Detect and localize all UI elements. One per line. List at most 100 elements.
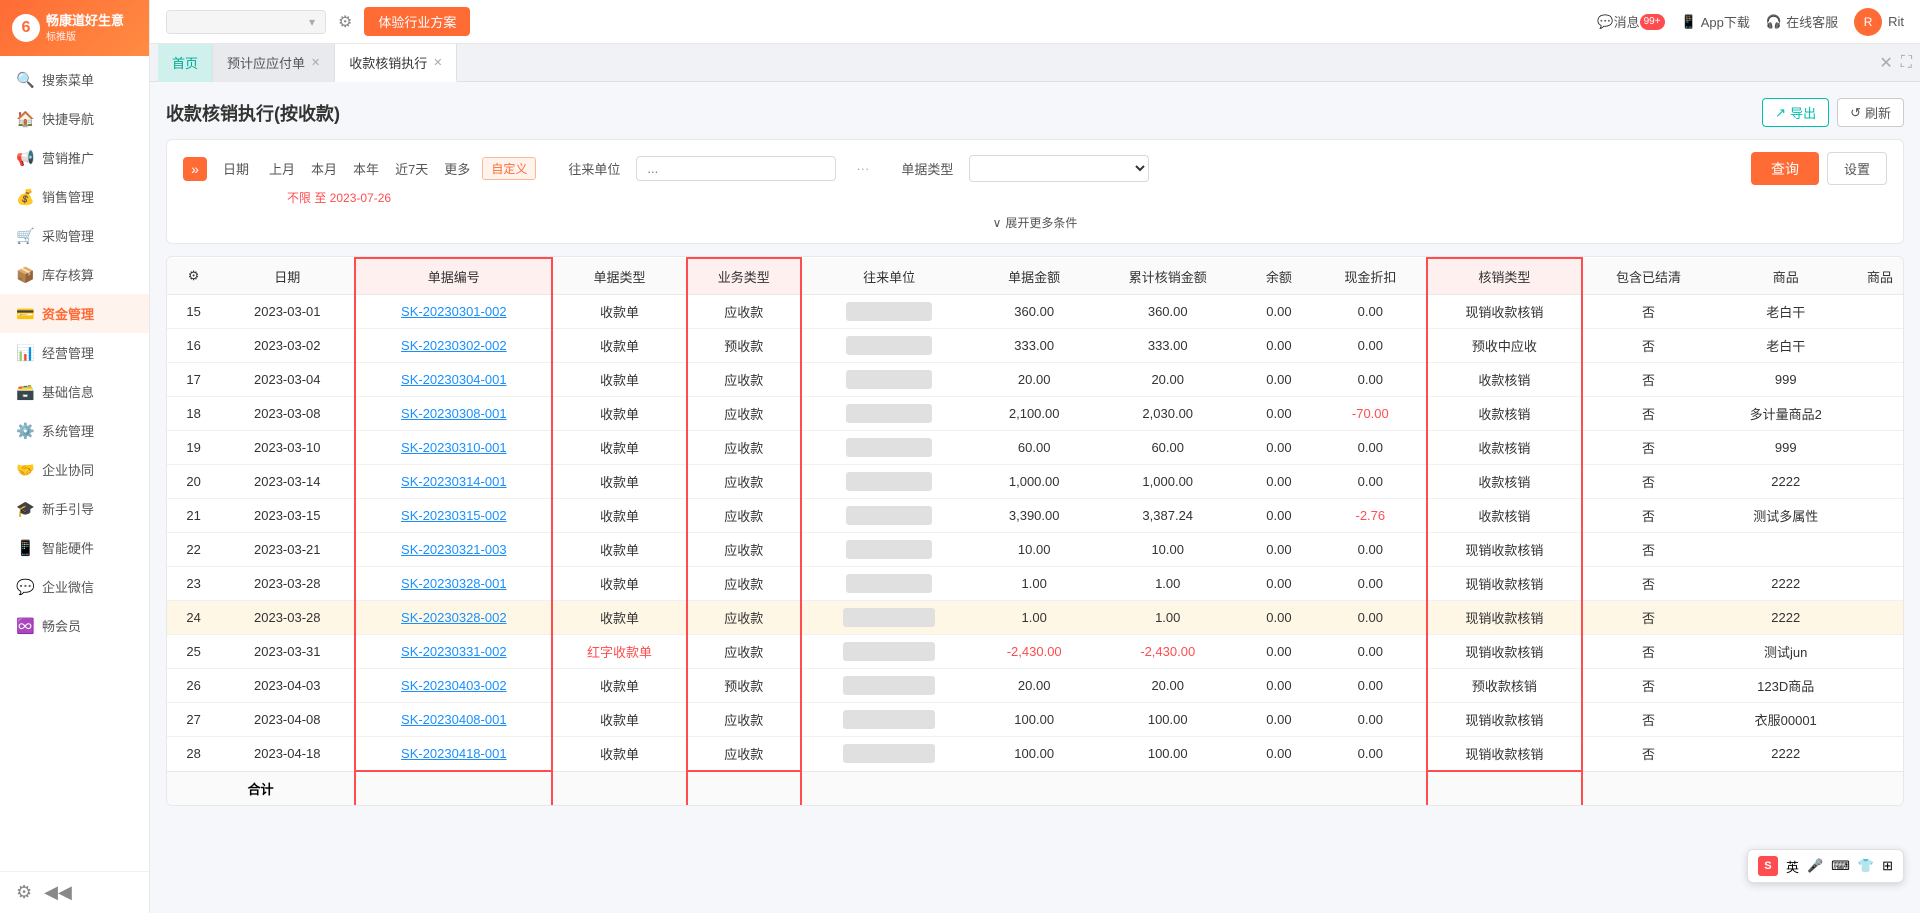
- cell-settled: 否: [1582, 329, 1715, 363]
- cell-doc-type: 收款单: [552, 567, 686, 601]
- cell-verify-type: 收款核销: [1427, 431, 1581, 465]
- sidebar-item-guide[interactable]: 🎓 新手引导: [0, 489, 149, 528]
- cell-amount: 3,390.00: [976, 499, 1092, 533]
- sidebar-item-sales[interactable]: 💰 销售管理: [0, 177, 149, 216]
- online-service[interactable]: 🎧 在线客服: [1766, 12, 1838, 31]
- logo-name: 畅康道好生意: [46, 13, 124, 29]
- cell-doc-no[interactable]: SK-20230304-001: [355, 363, 552, 397]
- cell-doc-no[interactable]: SK-20230301-002: [355, 295, 552, 329]
- sidebar-menu: 🔍 搜索菜单 🏠 快捷导航 📢 营销推广 💰 销售管理 🛒 采购管理 📦 库存核…: [0, 56, 149, 871]
- cell-doc-no[interactable]: SK-20230302-002: [355, 329, 552, 363]
- sidebar-item-search[interactable]: 🔍 搜索菜单: [0, 60, 149, 99]
- grid-icon[interactable]: ⊞: [1882, 858, 1893, 874]
- expand-tab-icon[interactable]: ⛶: [1901, 54, 1912, 72]
- cell-goods: 2222: [1714, 601, 1857, 635]
- cell-verified: 360.00: [1092, 295, 1243, 329]
- dropdown-icon[interactable]: ▾: [309, 15, 315, 29]
- col-settings[interactable]: ⚙: [167, 258, 220, 295]
- settings-button[interactable]: 设置: [1827, 152, 1887, 185]
- collection-tab-close[interactable]: ✕: [433, 56, 442, 69]
- solution-button[interactable]: 体验行业方案: [364, 7, 470, 36]
- collapse-icon[interactable]: ◀◀: [44, 882, 72, 903]
- settings-icon[interactable]: ⚙: [16, 882, 32, 903]
- cell-verify-type: 现销收款核销: [1427, 703, 1581, 737]
- cell-doc-no[interactable]: SK-20230310-001: [355, 431, 552, 465]
- cell-doc-no[interactable]: SK-20230314-001: [355, 465, 552, 499]
- date-btn-this-year[interactable]: 本年: [349, 157, 383, 180]
- sidebar-item-purchase[interactable]: 🛒 采购管理: [0, 216, 149, 255]
- message-badge[interactable]: 💬 消息 99+: [1597, 12, 1664, 31]
- sidebar-item-marketing[interactable]: 📢 营销推广: [0, 138, 149, 177]
- sidebar-item-quick[interactable]: 🏠 快捷导航: [0, 99, 149, 138]
- sidebar-item-system[interactable]: ⚙️ 系统管理: [0, 411, 149, 450]
- page-content: 收款核销执行(按收款) ↗ 导出 ↺ 刷新 » 日期 上月 本月: [150, 82, 1920, 913]
- cell-doc-no[interactable]: SK-20230328-001: [355, 567, 552, 601]
- pending-tab-close[interactable]: ✕: [311, 56, 320, 69]
- tab-collection[interactable]: 收款核销执行 ✕: [335, 44, 457, 82]
- cell-partner: BLURRED3: [801, 363, 976, 397]
- cell-doc-no[interactable]: SK-20230408-001: [355, 703, 552, 737]
- tab-pending[interactable]: 预计应应付单 ✕: [213, 44, 335, 82]
- sidebar-item-wechat[interactable]: 💬 企业微信: [0, 567, 149, 606]
- cell-doc-no[interactable]: SK-20230315-002: [355, 499, 552, 533]
- date-custom-button[interactable]: 自定义: [482, 157, 536, 180]
- col-verified: 累计核销金额: [1092, 258, 1243, 295]
- sidebar-item-label: 系统管理: [42, 421, 94, 440]
- shirt-icon[interactable]: 👕: [1858, 858, 1874, 874]
- sougou-text: 英: [1786, 857, 1799, 876]
- footer-col-goods2: [1857, 771, 1903, 805]
- partner-input[interactable]: [636, 156, 836, 181]
- footer-col-doctype: [552, 771, 686, 805]
- close-all-icon[interactable]: ✕: [1879, 53, 1892, 73]
- user-area[interactable]: R Rit: [1854, 8, 1904, 36]
- date-btn-7days[interactable]: 近7天: [391, 157, 432, 180]
- doc-type-select[interactable]: [969, 155, 1149, 182]
- sidebar-item-label: 企业协同: [42, 460, 94, 479]
- cell-doc-no[interactable]: SK-20230308-001: [355, 397, 552, 431]
- cell-verified: 20.00: [1092, 669, 1243, 703]
- date-btn-this-month[interactable]: 本月: [307, 157, 341, 180]
- refresh-button[interactable]: ↺ 刷新: [1837, 98, 1904, 127]
- app-download[interactable]: 📱 App下载: [1681, 12, 1750, 31]
- cell-biz-type: 应收款: [687, 635, 801, 669]
- cell-goods2: [1857, 737, 1903, 772]
- cell-goods: 衣服00001: [1714, 703, 1857, 737]
- keyboard-icon[interactable]: ⌨: [1831, 858, 1850, 874]
- cell-balance: 0.00: [1243, 635, 1314, 669]
- sidebar-item-inventory[interactable]: 📦 库存核算: [0, 255, 149, 294]
- sidebar: 6 畅康道好生意 标推版 🔍 搜索菜单 🏠 快捷导航 📢 营销推广 💰 销售管理…: [0, 0, 150, 913]
- cell-doc-no[interactable]: SK-20230331-002: [355, 635, 552, 669]
- cell-doc-no[interactable]: SK-20230403-002: [355, 669, 552, 703]
- date-btn-more[interactable]: 更多: [440, 157, 474, 180]
- cell-partner: BLURRED10: [801, 601, 976, 635]
- doc-type-label: 单据类型: [901, 159, 953, 178]
- query-button[interactable]: 查询: [1751, 152, 1819, 185]
- cell-discount: 0.00: [1314, 601, 1427, 635]
- cell-amount: 60.00: [976, 431, 1092, 465]
- mic-icon[interactable]: 🎤: [1807, 858, 1823, 874]
- table-row: 21 2023-03-15 SK-20230315-002 收款单 应收款 BL…: [167, 499, 1903, 533]
- cell-num: 15: [167, 295, 220, 329]
- gear-icon[interactable]: ⚙: [338, 12, 352, 32]
- cell-doc-no[interactable]: SK-20230321-003: [355, 533, 552, 567]
- cell-doc-no[interactable]: SK-20230328-002: [355, 601, 552, 635]
- date-btn-last-month[interactable]: 上月: [265, 157, 299, 180]
- main-content: ▾ ⚙ 体验行业方案 💬 消息 99+ 📱 App下载 🎧 在线客服 R Rit: [150, 0, 1920, 913]
- sidebar-item-basic[interactable]: 🗃️ 基础信息: [0, 372, 149, 411]
- sidebar-item-finance[interactable]: 💳 资金管理: [0, 294, 149, 333]
- sidebar-item-member[interactable]: ♾️ 畅会员: [0, 606, 149, 645]
- sidebar-item-label: 企业微信: [42, 577, 94, 596]
- cell-biz-type: 应收款: [687, 499, 801, 533]
- cell-verified: 333.00: [1092, 329, 1243, 363]
- cell-amount: 1.00: [976, 567, 1092, 601]
- sidebar-item-ops[interactable]: 📊 经营管理: [0, 333, 149, 372]
- sidebar-item-corp[interactable]: 🤝 企业协同: [0, 450, 149, 489]
- sidebar-item-hardware[interactable]: 📱 智能硬件: [0, 528, 149, 567]
- table-footer: 合计: [167, 771, 1903, 805]
- filter-toggle-button[interactable]: »: [183, 157, 207, 181]
- export-button[interactable]: ↗ 导出: [1762, 98, 1829, 127]
- tab-home[interactable]: 首页: [158, 44, 213, 82]
- cell-doc-no[interactable]: SK-20230418-001: [355, 737, 552, 772]
- expand-more-button[interactable]: ∨ 展开更多条件: [183, 214, 1887, 231]
- cell-balance: 0.00: [1243, 465, 1314, 499]
